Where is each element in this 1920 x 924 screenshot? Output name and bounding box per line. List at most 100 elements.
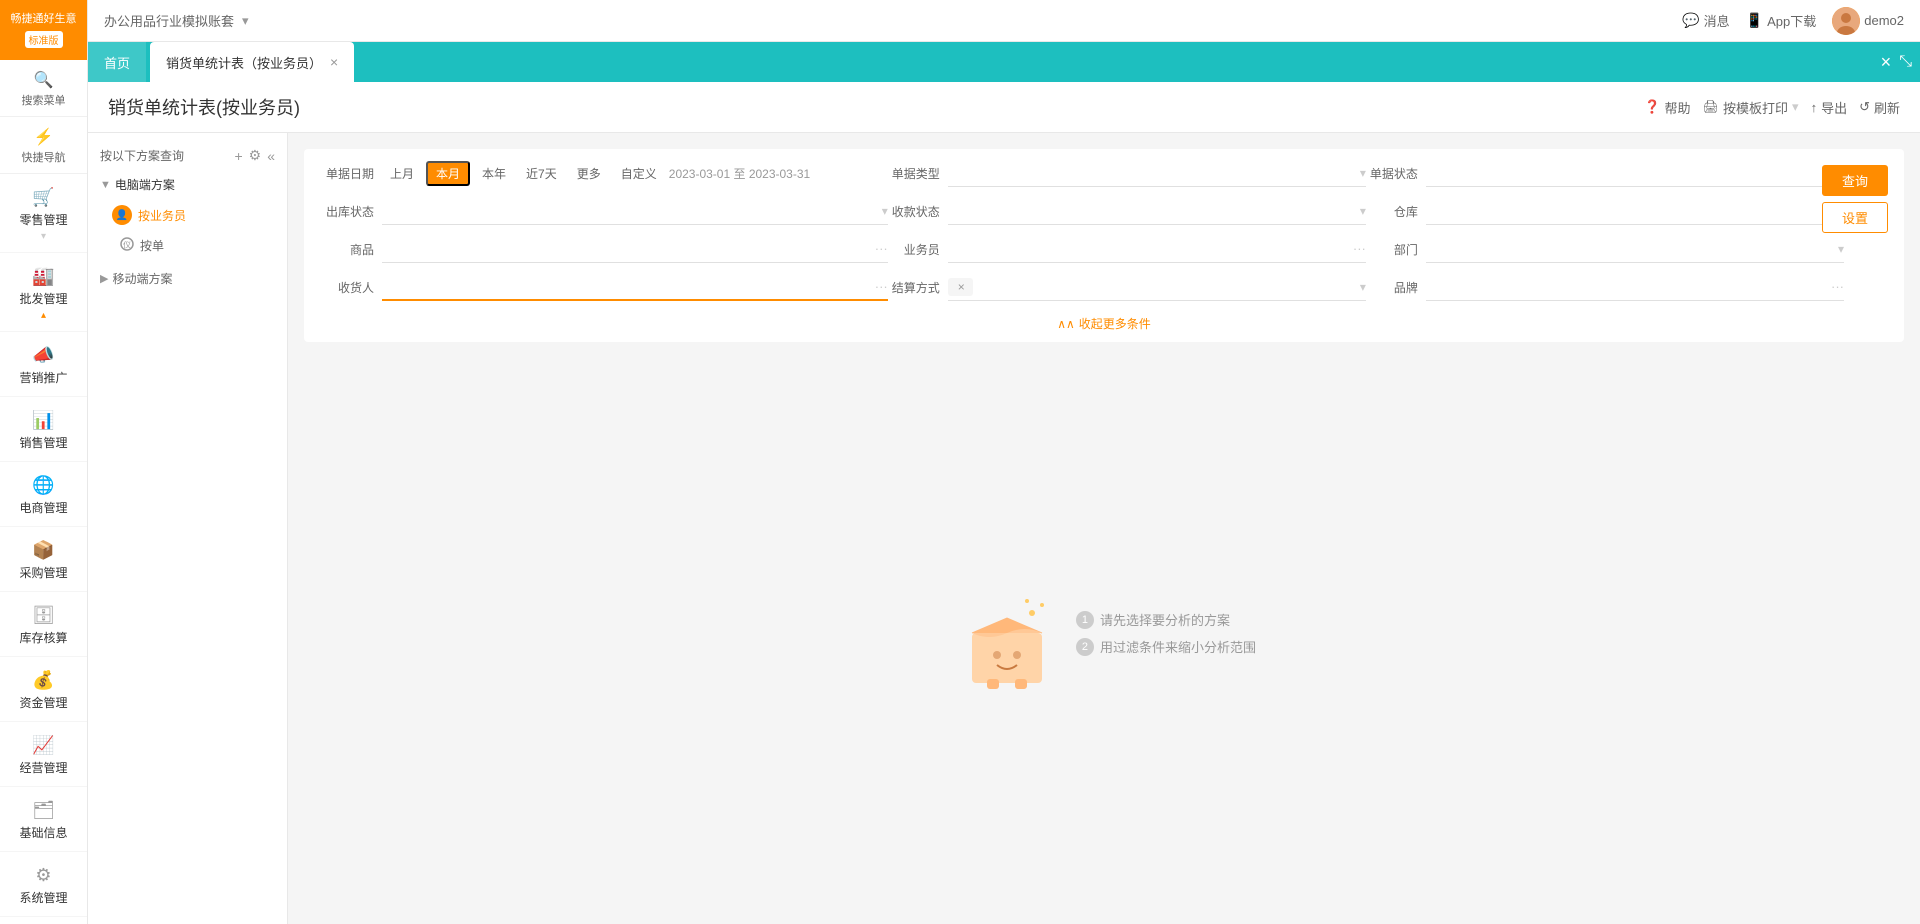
- page-header: 销货单统计表(按业务员) ❓ 帮助 🖨 按模板打印 ▾ ↑ 导出 ↺ 刷新: [88, 82, 1920, 133]
- finance-icon: 💰: [32, 670, 54, 691]
- sidebar-item-system[interactable]: ⚙ 系统管理: [0, 852, 87, 917]
- refresh-btn[interactable]: ↺ 刷新: [1859, 98, 1900, 117]
- out-status-label: 出库状态: [314, 203, 382, 220]
- app-download-btn[interactable]: 📱 App下载: [1746, 11, 1817, 30]
- scheme-item-by-salesperson[interactable]: 👤 按业务员: [96, 199, 279, 231]
- salesperson-ellipsis: ···: [1353, 241, 1366, 256]
- system-icon: ⚙: [35, 865, 51, 886]
- print-btn[interactable]: 🖨 按模板打印 ▾: [1703, 98, 1799, 117]
- sidebar-item-base[interactable]: 🗂 基础信息: [0, 787, 87, 852]
- tab-home[interactable]: 首页: [88, 42, 146, 82]
- help-btn[interactable]: ❓ 帮助: [1644, 98, 1690, 117]
- export-btn[interactable]: ↑ 导出: [1811, 98, 1848, 117]
- pc-group-name: 电脑端方案: [115, 176, 175, 193]
- module-dropdown-icon[interactable]: ▾: [242, 13, 249, 29]
- ecommerce-icon: 🌐: [32, 475, 54, 496]
- retail-icon: 🛒: [32, 187, 54, 208]
- logo-text: 畅捷通好生意: [11, 12, 77, 27]
- sidebar-item-enterprise[interactable]: 🤝 企业协同: [0, 917, 87, 924]
- sidebar-item-marketing[interactable]: 📣 营销推广: [0, 332, 87, 397]
- current-module-label: 办公用品行业模拟账套: [104, 11, 234, 30]
- mobile-group-name: 移动端方案: [112, 270, 172, 287]
- pc-scheme-group-label[interactable]: ▼ 电脑端方案: [96, 170, 279, 199]
- consignee-input[interactable]: ···: [382, 273, 888, 301]
- inventory-label: 库存核算: [19, 629, 67, 646]
- message-btn[interactable]: 💬 消息: [1682, 11, 1729, 30]
- tab-home-label: 首页: [104, 53, 130, 72]
- tab-sales-stats[interactable]: 销货单统计表（按业务员） ×: [150, 42, 354, 82]
- sidebar-item-inventory[interactable]: 🗄 库存核算: [0, 592, 87, 657]
- receipt-status-select[interactable]: ▾: [948, 197, 1366, 225]
- wholesale-icon: 🏭: [32, 266, 54, 287]
- payment-clear-btn[interactable]: ×: [956, 280, 967, 294]
- operation-label: 经营管理: [19, 759, 67, 776]
- query-btn[interactable]: 查询: [1822, 165, 1888, 196]
- sidebar-item-ecommerce[interactable]: 🌐 电商管理: [0, 462, 87, 527]
- tabbar: 首页 销货单统计表（按业务员） × × ⤡: [88, 42, 1920, 82]
- collapse-btn[interactable]: ∧∧ 收起更多条件: [1057, 315, 1151, 332]
- page-title: 销货单统计表(按业务员): [108, 94, 300, 132]
- brand-label: 品牌: [1366, 279, 1426, 296]
- dept-label: 部门: [1366, 241, 1426, 258]
- sidebar-item-finance[interactable]: 💰 资金管理: [0, 657, 87, 722]
- collapse-panel-icon[interactable]: «: [267, 148, 275, 164]
- sidebar-search-label: 搜索菜单: [22, 92, 66, 108]
- topbar: 办公用品行业模拟账套 ▾ 💬 消息 📱 App下载 demo2: [88, 0, 1920, 42]
- print-icon: 🖨: [1703, 99, 1720, 115]
- salesperson-label: 业务员: [888, 241, 948, 258]
- salesperson-select[interactable]: ···: [948, 235, 1366, 263]
- tab-expand-btn[interactable]: ⤡: [1899, 53, 1912, 71]
- page-header-actions: ❓ 帮助 🖨 按模板打印 ▾ ↑ 导出 ↺ 刷新: [1644, 98, 1900, 129]
- collapse-label: 收起更多条件: [1079, 315, 1151, 332]
- main-area: 办公用品行业模拟账套 ▾ 💬 消息 📱 App下载 demo2 首页: [88, 0, 1920, 924]
- scheme-sub-by-order[interactable]: 仪 按单: [96, 231, 279, 260]
- settings-btn[interactable]: 设置: [1822, 202, 1888, 233]
- add-scheme-icon[interactable]: +: [234, 148, 242, 164]
- quick-nav-icon: ⚡: [34, 127, 54, 147]
- right-panel: 单据日期 上月 本月 本年 近7天 更多 自定义 2023-03-01 至 20…: [288, 133, 1920, 924]
- dept-select[interactable]: ▾: [1426, 235, 1844, 263]
- mobile-scheme-group: ▶ 移动端方案: [88, 260, 287, 297]
- wholesale-label: 批发管理: [19, 290, 67, 307]
- sidebar-item-wholesale[interactable]: 🏭 批发管理 ▴: [0, 253, 87, 332]
- date-last7-btn[interactable]: 近7天: [518, 163, 565, 184]
- user-menu[interactable]: demo2: [1832, 7, 1904, 35]
- collapse-row: ∧∧ 收起更多条件: [304, 309, 1904, 342]
- payment-clear-tag[interactable]: ×: [948, 278, 973, 296]
- tab-close-icon[interactable]: ×: [330, 55, 338, 69]
- mobile-scheme-group-label[interactable]: ▶ 移动端方案: [96, 264, 279, 293]
- date-this-year-btn[interactable]: 本年: [474, 163, 514, 184]
- date-last-month-btn[interactable]: 上月: [382, 163, 422, 184]
- doc-status-select[interactable]: ▾: [1426, 159, 1844, 187]
- refresh-label: 刷新: [1874, 98, 1900, 117]
- app-icon: 📱: [1746, 12, 1763, 29]
- print-dropdown-icon[interactable]: ▾: [1792, 99, 1799, 115]
- dept-arrow: ▾: [1838, 242, 1844, 256]
- sidebar-item-retail[interactable]: 🛒 零售管理 ▾: [0, 174, 87, 253]
- empty-hint-1: 1 请先选择要分析的方案: [1076, 610, 1256, 629]
- retail-label: 零售管理: [19, 211, 67, 228]
- help-label: 帮助: [1664, 98, 1690, 117]
- date-range-display: 2023-03-01 至 2023-03-31: [669, 165, 810, 182]
- receipt-status-label: 收款状态: [888, 203, 948, 220]
- sidebar-item-quick-nav[interactable]: ⚡ 快捷导航: [0, 117, 87, 174]
- brand-select[interactable]: ···: [1426, 273, 1844, 301]
- date-more-btn[interactable]: 更多: [569, 163, 609, 184]
- date-this-month-btn[interactable]: 本月: [426, 161, 470, 186]
- out-status-select[interactable]: ▾: [382, 197, 888, 225]
- doc-type-select[interactable]: ▾: [948, 159, 1366, 187]
- message-label: 消息: [1704, 11, 1730, 30]
- warehouse-select[interactable]: ···: [1426, 197, 1844, 225]
- tab-close-window-btn[interactable]: ×: [1881, 52, 1892, 73]
- payment-select[interactable]: × ▾: [948, 273, 1366, 301]
- sidebar-item-purchase[interactable]: 📦 采购管理: [0, 527, 87, 592]
- sidebar-item-search[interactable]: 🔍 搜索菜单: [0, 60, 87, 117]
- sidebar-item-sales[interactable]: 📊 销售管理: [0, 397, 87, 462]
- date-custom-btn[interactable]: 自定义: [613, 163, 665, 184]
- settings-scheme-icon[interactable]: ⚙: [249, 147, 262, 164]
- date-label: 单据日期: [314, 165, 382, 182]
- search-icon: 🔍: [34, 70, 54, 90]
- sidebar-item-operation[interactable]: 📈 经营管理: [0, 722, 87, 787]
- left-panel-header: 按以下方案查询 + ⚙ «: [88, 141, 287, 170]
- product-select[interactable]: ···: [382, 235, 888, 263]
